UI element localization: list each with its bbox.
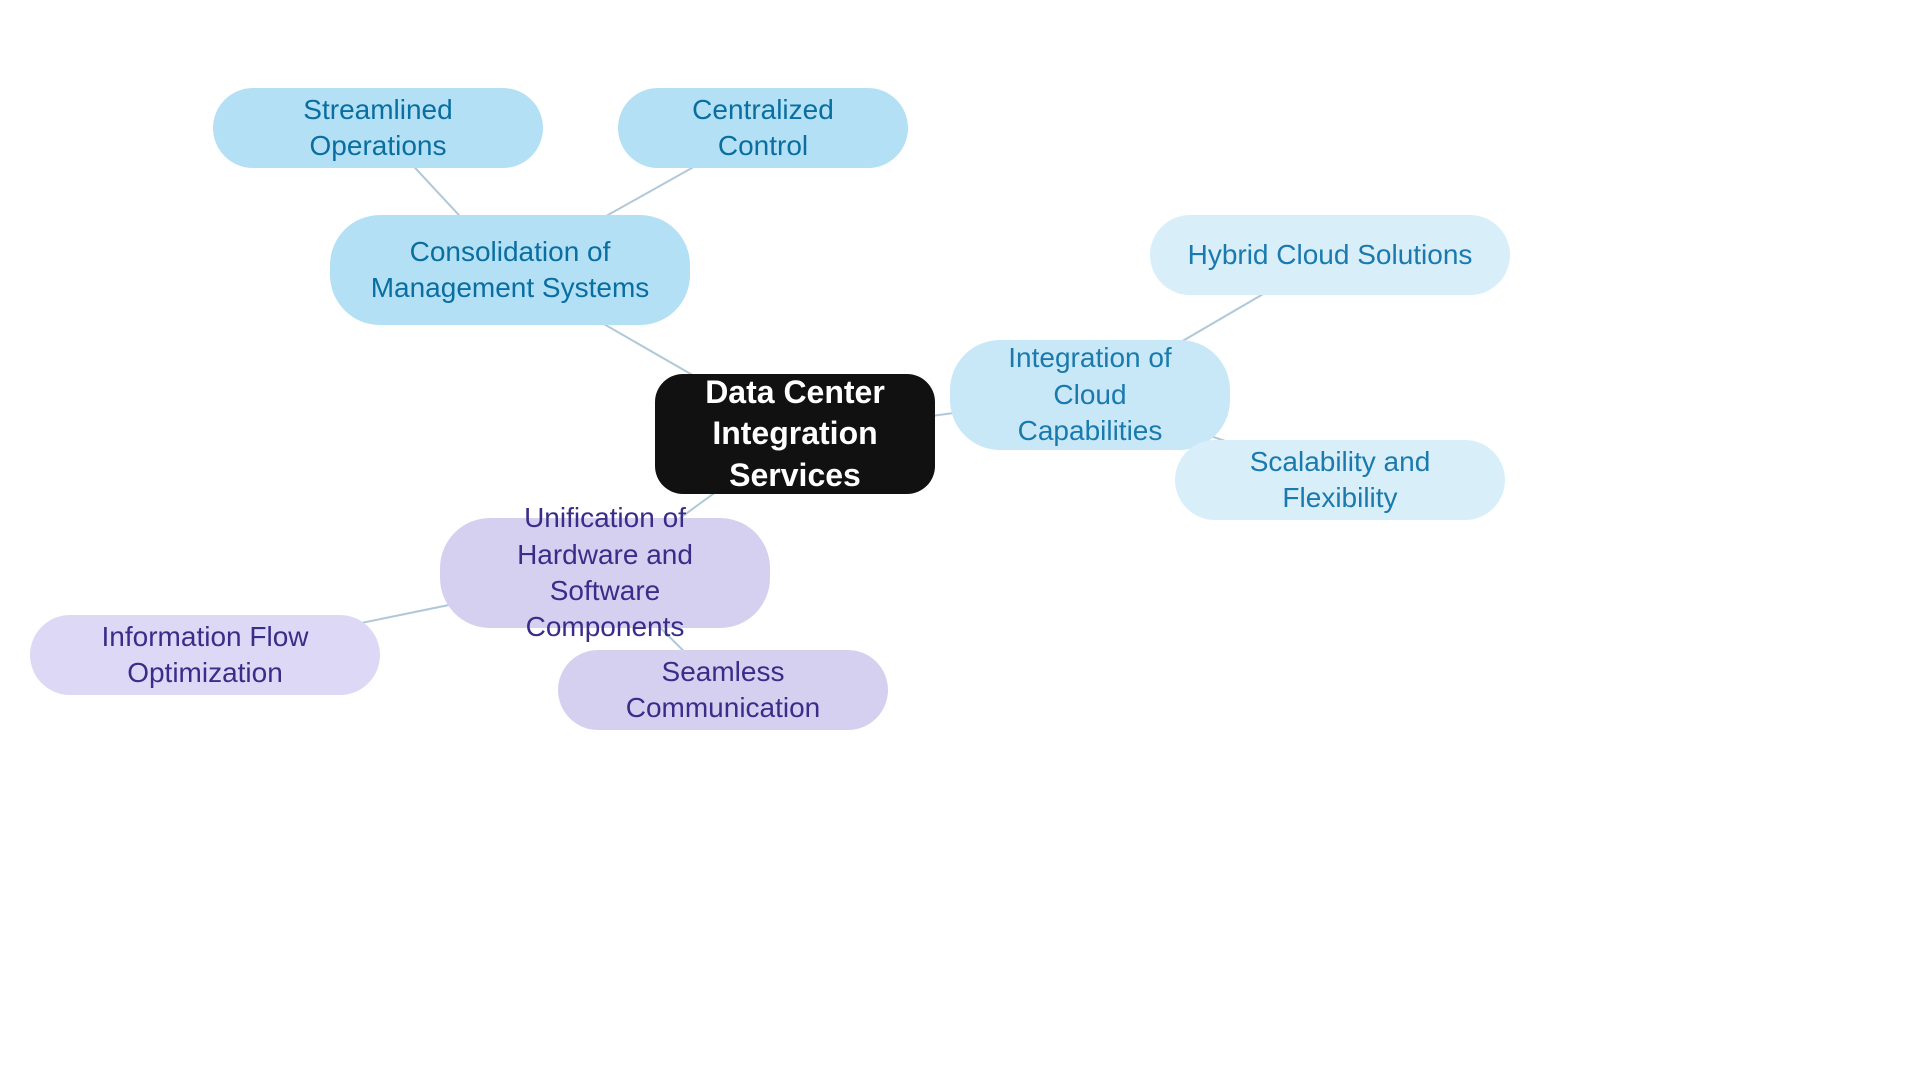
streamlined-node: Streamlined Operations [213, 88, 543, 168]
hybrid-node: Hybrid Cloud Solutions [1150, 215, 1510, 295]
information-label: Information Flow Optimization [62, 619, 348, 692]
centralized-label: Centralized Control [650, 92, 876, 165]
scalability-node: Scalability and Flexibility [1175, 440, 1505, 520]
cloud-node: Integration of Cloud Capabilities [950, 340, 1230, 450]
consolidation-label: Consolidation of Management Systems [362, 234, 658, 307]
center-label: Data Center Integration Services [687, 372, 903, 497]
seamless-node: Seamless Communication [558, 650, 888, 730]
cloud-label: Integration of Cloud Capabilities [982, 340, 1198, 449]
centralized-node: Centralized Control [618, 88, 908, 168]
unification-label: Unification of Hardware and Software Com… [472, 500, 738, 646]
streamlined-label: Streamlined Operations [245, 92, 511, 165]
center-node: Data Center Integration Services [655, 374, 935, 494]
information-node: Information Flow Optimization [30, 615, 380, 695]
seamless-label: Seamless Communication [590, 654, 856, 727]
consolidation-node: Consolidation of Management Systems [330, 215, 690, 325]
scalability-label: Scalability and Flexibility [1207, 444, 1473, 517]
unification-node: Unification of Hardware and Software Com… [440, 518, 770, 628]
hybrid-label: Hybrid Cloud Solutions [1188, 237, 1473, 273]
